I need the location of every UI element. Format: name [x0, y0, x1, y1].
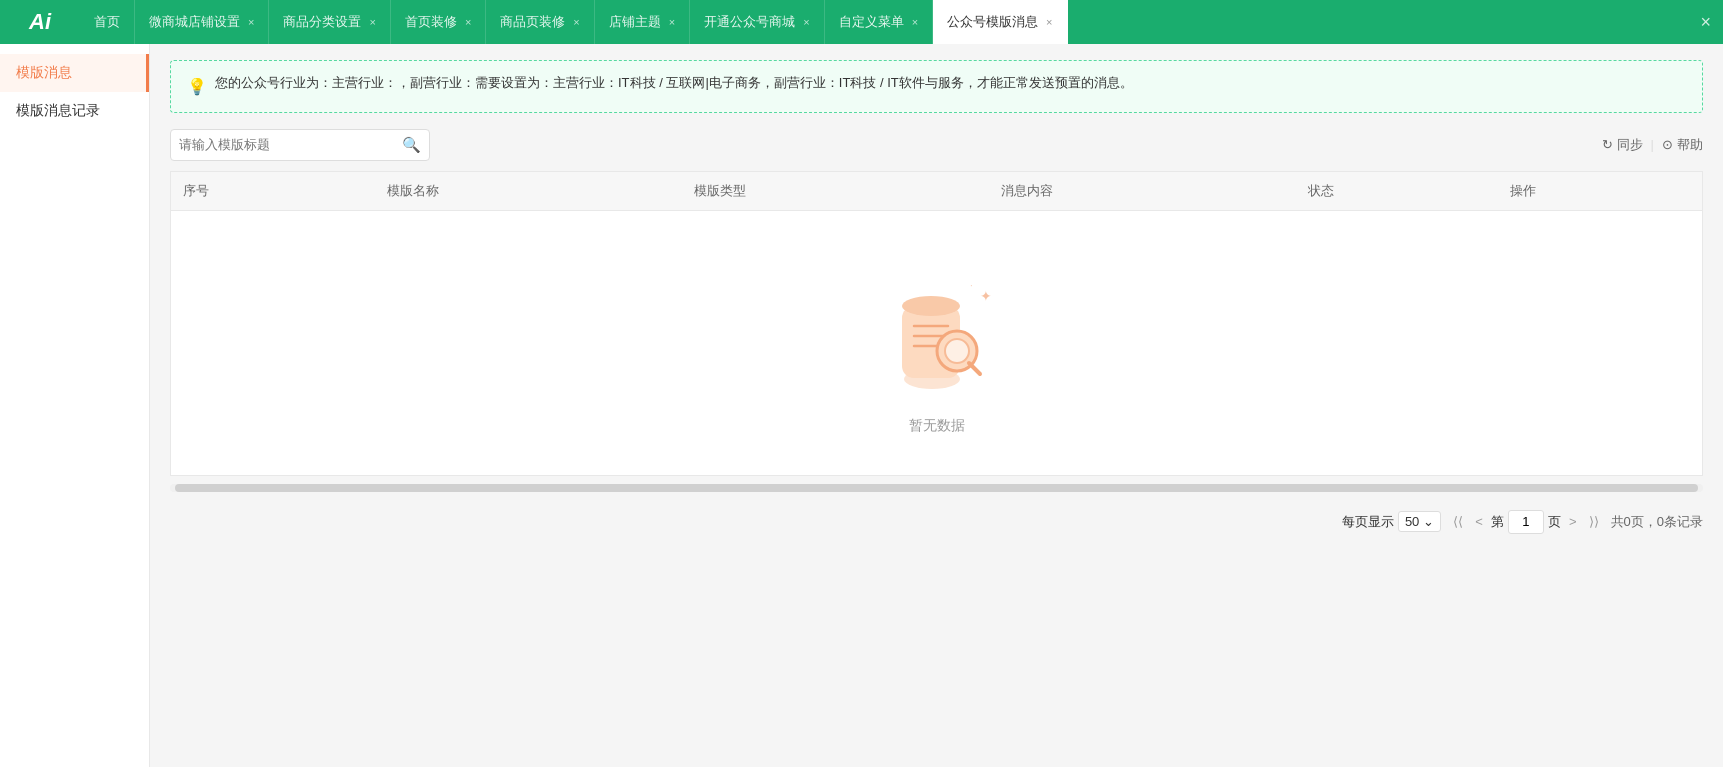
main-layout: 模版消息模版消息记录 💡 您的公众号行业为：主营行业：，副营行业：需要设置为：主…: [0, 44, 1723, 767]
nav-tab-close-wechat-mall[interactable]: ×: [803, 16, 809, 28]
sync-button[interactable]: ↻ 同步: [1602, 136, 1643, 154]
search-input-wrap: 🔍: [170, 129, 430, 161]
nav-tab-category[interactable]: 商品分类设置 ×: [269, 0, 390, 44]
toolbar-divider: |: [1651, 137, 1654, 152]
empty-illustration: ✦ ·: [872, 271, 1002, 401]
scrollbar-thumb[interactable]: [175, 484, 1698, 492]
nav-tab-label: 店铺主题: [609, 13, 661, 31]
sidebar: 模版消息模版消息记录: [0, 44, 150, 767]
nav-tab-label: 开通公众号商城: [704, 13, 795, 31]
search-icon[interactable]: 🔍: [402, 136, 421, 154]
col-header-name: 模版名称: [375, 171, 682, 210]
nav-tab-template-msg[interactable]: 公众号模版消息 ×: [933, 0, 1067, 44]
page-size-label: 每页显示: [1342, 513, 1394, 531]
content-area: 💡 您的公众号行业为：主营行业：，副营行业：需要设置为：主营行业：IT科技 / …: [150, 44, 1723, 767]
nav-tab-wechat-mall[interactable]: 开通公众号商城 ×: [690, 0, 824, 44]
svg-text:✦: ✦: [980, 288, 992, 304]
nav-tab-homepage[interactable]: 首页装修 ×: [391, 0, 486, 44]
svg-point-7: [945, 339, 969, 363]
last-page-button[interactable]: ⟩⟩: [1585, 512, 1603, 531]
empty-row: ✦ · 暂无数据: [171, 210, 1703, 475]
sync-icon: ↻: [1602, 137, 1613, 152]
close-all-button[interactable]: ×: [1688, 0, 1723, 44]
page-size-value: 50: [1405, 514, 1419, 529]
next-page-button[interactable]: >: [1565, 512, 1581, 531]
svg-text:·: ·: [970, 280, 973, 291]
notice-text: 您的公众号行业为：主营行业：，副营行业：需要设置为：主营行业：IT科技 / 互联…: [215, 73, 1133, 94]
nav-tab-close-theme[interactable]: ×: [669, 16, 675, 28]
horizontal-scrollbar[interactable]: [170, 484, 1703, 492]
page-size-arrow-icon: ⌄: [1423, 514, 1434, 529]
nav-tab-weshop[interactable]: 微商城店铺设置 ×: [135, 0, 269, 44]
sidebar-item-template-record[interactable]: 模版消息记录: [0, 92, 149, 130]
nav-tab-home[interactable]: 首页: [80, 0, 135, 44]
nav-tab-label: 首页装修: [405, 13, 457, 31]
total-info: 共0页，0条记录: [1611, 513, 1703, 531]
page-size-dropdown[interactable]: 50 ⌄: [1398, 511, 1441, 532]
nav-tab-close-product[interactable]: ×: [573, 16, 579, 28]
page-number-input[interactable]: [1508, 510, 1544, 534]
svg-point-2: [902, 296, 960, 316]
page-unit-label: 页: [1548, 513, 1561, 531]
data-table: 序号模版名称模版类型消息内容状态操作: [170, 171, 1703, 476]
nav-tab-custom-menu[interactable]: 自定义菜单 ×: [825, 0, 933, 44]
nav-tab-close-category[interactable]: ×: [369, 16, 375, 28]
page-size-select: 每页显示 50 ⌄: [1342, 511, 1441, 532]
col-header-status: 状态: [1296, 171, 1498, 210]
empty-text: 暂无数据: [171, 417, 1702, 435]
nav-tab-label: 商品分类设置: [283, 13, 361, 31]
nav-tab-label: 微商城店铺设置: [149, 13, 240, 31]
table-header-row: 序号模版名称模版类型消息内容状态操作: [171, 171, 1703, 210]
col-header-index: 序号: [171, 171, 375, 210]
app-logo: Ai: [0, 0, 80, 44]
notice-box: 💡 您的公众号行业为：主营行业：，副营行业：需要设置为：主营行业：IT科技 / …: [170, 60, 1703, 113]
search-row: 🔍 ↻ 同步 | ⊙ 帮助: [170, 129, 1703, 161]
nav-tab-label: 公众号模版消息: [947, 13, 1038, 31]
nav-tab-close-custom-menu[interactable]: ×: [912, 16, 918, 28]
col-header-content: 消息内容: [989, 171, 1296, 210]
nav-tab-label: 商品页装修: [500, 13, 565, 31]
nav-tab-theme[interactable]: 店铺主题 ×: [595, 0, 690, 44]
col-header-action: 操作: [1498, 171, 1702, 210]
first-page-button[interactable]: ⟨⟨: [1449, 512, 1467, 531]
toolbar-right: ↻ 同步 | ⊙ 帮助: [1602, 136, 1703, 154]
page-nav: ⟨⟨ < 第 页 > ⟩⟩: [1449, 510, 1602, 534]
sidebar-item-template-message[interactable]: 模版消息: [0, 54, 149, 92]
help-button[interactable]: ⊙ 帮助: [1662, 136, 1703, 154]
empty-state: ✦ · 暂无数据: [171, 211, 1702, 475]
nav-tab-close-weshop[interactable]: ×: [248, 16, 254, 28]
page-label: 第: [1491, 513, 1504, 531]
col-header-type: 模版类型: [682, 171, 989, 210]
help-icon: ⊙: [1662, 137, 1673, 152]
top-nav: Ai 首页微商城店铺设置×商品分类设置×首页装修×商品页装修×店铺主题×开通公众…: [0, 0, 1723, 44]
prev-page-button[interactable]: <: [1471, 512, 1487, 531]
nav-tab-label: 首页: [94, 13, 120, 31]
nav-tab-product[interactable]: 商品页装修 ×: [486, 0, 594, 44]
nav-tab-label: 自定义菜单: [839, 13, 904, 31]
nav-tabs: 首页微商城店铺设置×商品分类设置×首页装修×商品页装修×店铺主题×开通公众号商城…: [80, 0, 1688, 44]
notice-icon: 💡: [187, 74, 207, 100]
svg-line-8: [969, 363, 980, 374]
pagination-row: 每页显示 50 ⌄ ⟨⟨ < 第 页 > ⟩⟩ 共0页，0条记录: [170, 500, 1703, 538]
nav-tab-close-homepage[interactable]: ×: [465, 16, 471, 28]
nav-tab-close-template-msg[interactable]: ×: [1046, 16, 1052, 28]
search-input[interactable]: [179, 137, 402, 152]
